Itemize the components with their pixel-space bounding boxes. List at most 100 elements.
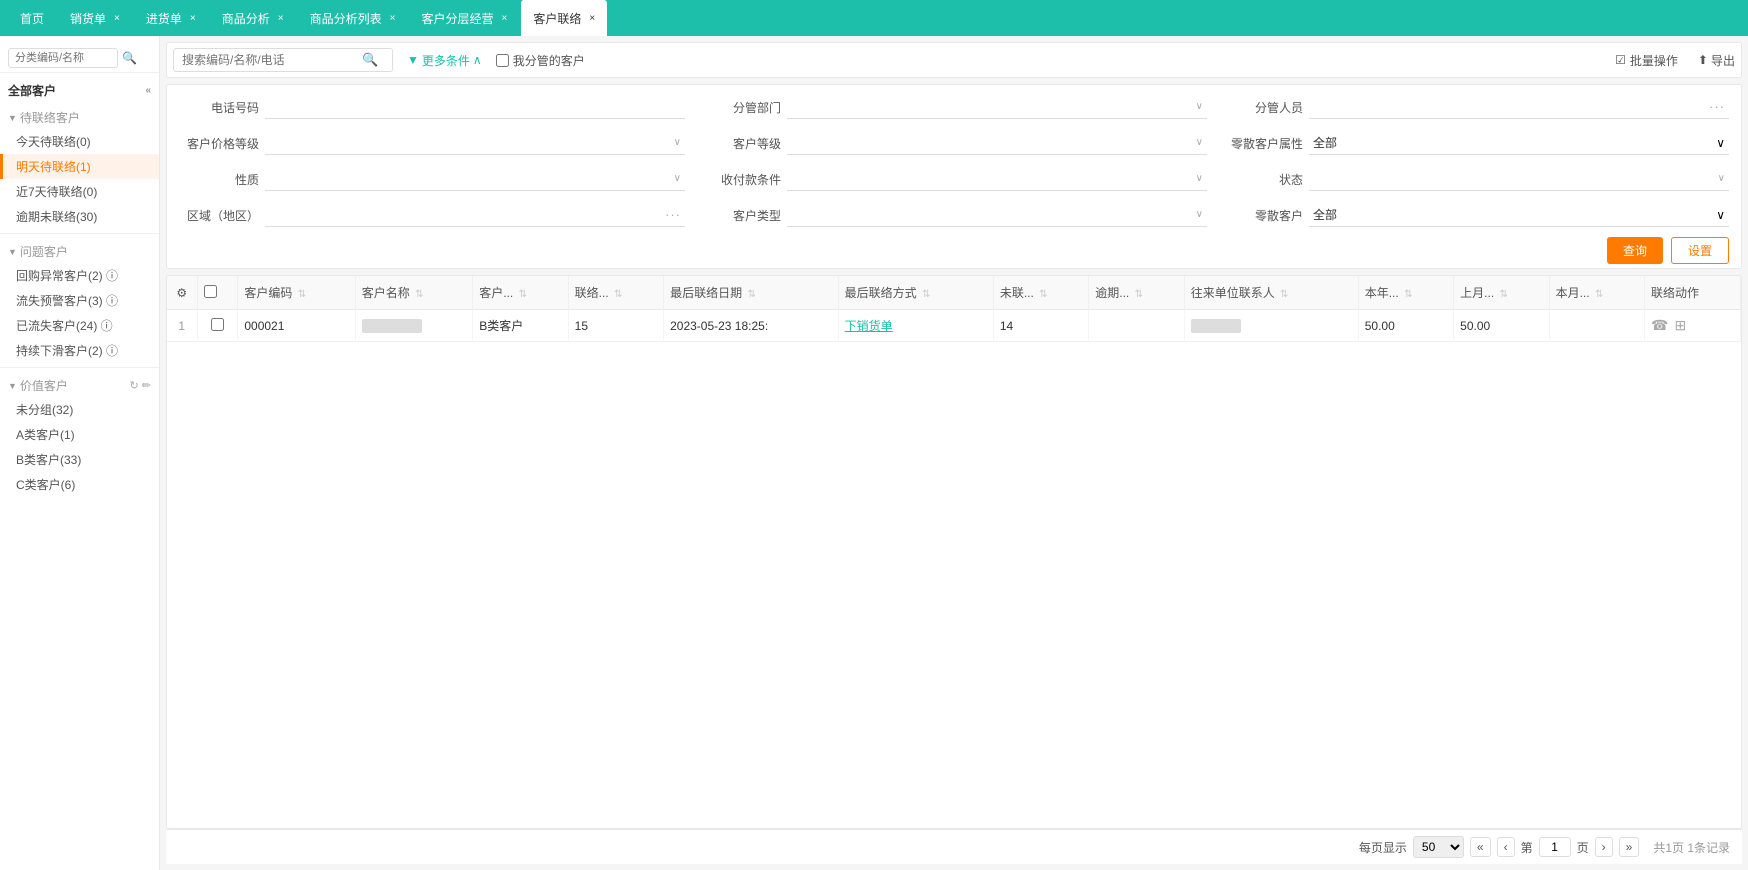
nature-label: 性质 bbox=[179, 171, 259, 188]
cell-checkbox[interactable] bbox=[197, 310, 238, 342]
nature-select[interactable]: ∨ bbox=[265, 167, 685, 191]
nav-sales-order[interactable]: 销货单 × bbox=[58, 0, 132, 36]
sidebar-item-class-a[interactable]: A类客户(1) bbox=[0, 422, 159, 447]
nav-customer-segmentation-close[interactable]: × bbox=[501, 13, 507, 24]
first-page-btn[interactable]: « bbox=[1470, 837, 1491, 857]
value-group-icons[interactable]: ↻ ✏ bbox=[130, 379, 152, 392]
export-button[interactable]: ⬆ 导出 bbox=[1698, 52, 1735, 69]
retail-label: 零散客户 bbox=[1223, 207, 1303, 224]
col-code[interactable]: 客户编码 ⇅ bbox=[238, 276, 355, 310]
nav-product-analysis-list[interactable]: 商品分析列表 × bbox=[298, 0, 408, 36]
col-no-contact[interactable]: 未联... ⇅ bbox=[993, 276, 1088, 310]
payment-select[interactable]: ∨ bbox=[787, 167, 1207, 191]
last-method-link[interactable]: 下销货单 bbox=[845, 319, 893, 333]
query-button[interactable]: 查询 bbox=[1607, 237, 1663, 264]
manager-dots[interactable]: ··· bbox=[1309, 95, 1729, 119]
customer-type-select[interactable]: ∨ bbox=[787, 203, 1207, 227]
sidebar-item-ungrouped[interactable]: 未分组(32) bbox=[0, 397, 159, 422]
sort-icon-unit: ⇅ bbox=[1280, 289, 1288, 300]
filter-dept: 分管部门 ∨ bbox=[701, 93, 1207, 121]
search-input[interactable] bbox=[182, 53, 362, 67]
filter-region: 区域（地区） ··· bbox=[179, 201, 685, 229]
prev-page-btn[interactable]: ‹ bbox=[1497, 837, 1515, 857]
region-dots[interactable]: ··· bbox=[265, 203, 685, 227]
cell-actions[interactable]: ☎ ⊞ bbox=[1645, 310, 1741, 342]
retail-attr-select[interactable]: 全部 ∨ bbox=[1309, 131, 1729, 155]
nav-product-analysis-list-close[interactable]: × bbox=[390, 13, 396, 24]
sort-icon-name: ⇅ bbox=[415, 289, 423, 300]
retail-arrow-icon: ∨ bbox=[1716, 208, 1725, 222]
settings-button[interactable]: 设置 bbox=[1671, 237, 1729, 264]
nav-product-analysis-close[interactable]: × bbox=[278, 13, 284, 24]
sidebar-group-waiting[interactable]: ▼ 待联络客户 bbox=[0, 104, 159, 129]
nav-sales-order-close[interactable]: × bbox=[114, 13, 120, 24]
col-type[interactable]: 客户... ⇅ bbox=[473, 276, 568, 310]
search-box[interactable]: 🔍 bbox=[173, 48, 393, 72]
grid-action-icon[interactable]: ⊞ bbox=[1674, 317, 1686, 334]
sidebar-item-class-c[interactable]: C类客户(6) bbox=[0, 472, 159, 497]
col-this-month[interactable]: 本月... ⇅ bbox=[1549, 276, 1644, 310]
col-contact-count[interactable]: 联络... ⇅ bbox=[568, 276, 663, 310]
row-checkbox[interactable] bbox=[211, 318, 224, 331]
phone-control[interactable] bbox=[265, 95, 685, 119]
my-customers-checkbox[interactable] bbox=[496, 54, 509, 67]
sidebar-all-customers[interactable]: 全部客户 « bbox=[0, 77, 159, 104]
search-icon[interactable]: 🔍 bbox=[362, 52, 378, 68]
sidebar-item-repurchase-abnormal[interactable]: 回购异常客户(2) ⓘ bbox=[0, 263, 159, 288]
retail-value: 全部 bbox=[1313, 206, 1337, 223]
unit-contact-blurred bbox=[1191, 319, 1241, 333]
col-overdue[interactable]: 逾期... ⇅ bbox=[1089, 276, 1184, 310]
nav-customer-segmentation[interactable]: 客户分层经营 × bbox=[409, 0, 519, 36]
customer-level-select[interactable]: ∨ bbox=[787, 131, 1207, 155]
sidebar-item-declining[interactable]: 持续下滑客户(2) ⓘ bbox=[0, 338, 159, 363]
dept-select[interactable]: ∨ bbox=[787, 95, 1207, 119]
last-page-btn[interactable]: » bbox=[1619, 837, 1640, 857]
data-table: ⚙ 客户编码 ⇅ 客户名称 ⇅ 客户... ⇅ 联络... ⇅ 最后联络日期 ⇅… bbox=[167, 276, 1741, 342]
nav-purchase-order[interactable]: 进货单 × bbox=[134, 0, 208, 36]
content-area: 🔍 ▼ 更多条件 ∧ 我分管的客户 ☑ 批量操作 ⬆ 导出 bbox=[160, 36, 1748, 870]
page-input[interactable] bbox=[1539, 837, 1571, 857]
filter-panel: 电话号码 分管部门 ∨ 分管人员 ··· bbox=[166, 84, 1742, 269]
sidebar-item-class-b[interactable]: B类客户(33) bbox=[0, 447, 159, 472]
sidebar-item-7day-contact[interactable]: 近7天待联络(0) bbox=[0, 179, 159, 204]
sidebar-item-overdue-contact[interactable]: 逾期未联络(30) bbox=[0, 204, 159, 229]
sidebar-item-today-contact[interactable]: 今天待联络(0) bbox=[0, 129, 159, 154]
select-all-checkbox[interactable] bbox=[204, 285, 217, 298]
col-last-method[interactable]: 最后联络方式 ⇅ bbox=[838, 276, 993, 310]
call-action-icon[interactable]: ☎ bbox=[1651, 317, 1668, 334]
nav-customer-contact-close[interactable]: × bbox=[589, 13, 595, 24]
my-customers-checkbox-label[interactable]: 我分管的客户 bbox=[496, 52, 585, 69]
col-last-date[interactable]: 最后联络日期 ⇅ bbox=[664, 276, 839, 310]
col-unit-contact[interactable]: 往来单位联系人 ⇅ bbox=[1184, 276, 1358, 310]
cell-contact-count: 15 bbox=[568, 310, 663, 342]
cell-last-method[interactable]: 下销货单 bbox=[838, 310, 993, 342]
sidebar-search-icon[interactable]: 🔍 bbox=[122, 51, 137, 65]
price-level-select[interactable]: ∨ bbox=[265, 131, 685, 155]
sidebar-group-problem[interactable]: ▼ 问题客户 bbox=[0, 238, 159, 263]
col-settings[interactable]: ⚙ bbox=[167, 276, 197, 310]
sidebar-item-churned[interactable]: 已流失客户(24) ⓘ bbox=[0, 313, 159, 338]
per-page-select[interactable]: 50 100 200 bbox=[1413, 836, 1464, 858]
nav-home[interactable]: 首页 bbox=[8, 0, 56, 36]
phone-input[interactable] bbox=[265, 98, 685, 116]
sidebar-group-value[interactable]: ▼ 价值客户 ↻ ✏ bbox=[0, 372, 159, 397]
export-icon: ⬆ bbox=[1698, 53, 1708, 67]
sidebar-search-input[interactable] bbox=[8, 48, 118, 68]
status-select[interactable]: ∨ bbox=[1309, 167, 1729, 191]
collapse-icon[interactable]: « bbox=[145, 85, 151, 96]
nav-purchase-order-close[interactable]: × bbox=[190, 13, 196, 24]
filter-payment: 收付款条件 ∨ bbox=[701, 165, 1207, 193]
cell-no-contact: 14 bbox=[993, 310, 1088, 342]
sidebar-item-churn-warning[interactable]: 流失预警客户(3) ⓘ bbox=[0, 288, 159, 313]
next-page-btn[interactable]: › bbox=[1595, 837, 1613, 857]
sort-icon-date: ⇅ bbox=[747, 289, 755, 300]
more-conditions-button[interactable]: ▼ 更多条件 ∧ bbox=[401, 50, 488, 71]
col-this-year[interactable]: 本年... ⇅ bbox=[1358, 276, 1453, 310]
nav-customer-contact[interactable]: 客户联络 × bbox=[521, 0, 607, 36]
batch-ops-button[interactable]: ☑ 批量操作 bbox=[1615, 52, 1678, 69]
nav-product-analysis[interactable]: 商品分析 × bbox=[210, 0, 296, 36]
col-name[interactable]: 客户名称 ⇅ bbox=[355, 276, 472, 310]
retail-select[interactable]: 全部 ∨ bbox=[1309, 203, 1729, 227]
sidebar-item-tomorrow-contact[interactable]: 明天待联络(1) bbox=[0, 154, 159, 179]
col-last-month[interactable]: 上月... ⇅ bbox=[1454, 276, 1549, 310]
